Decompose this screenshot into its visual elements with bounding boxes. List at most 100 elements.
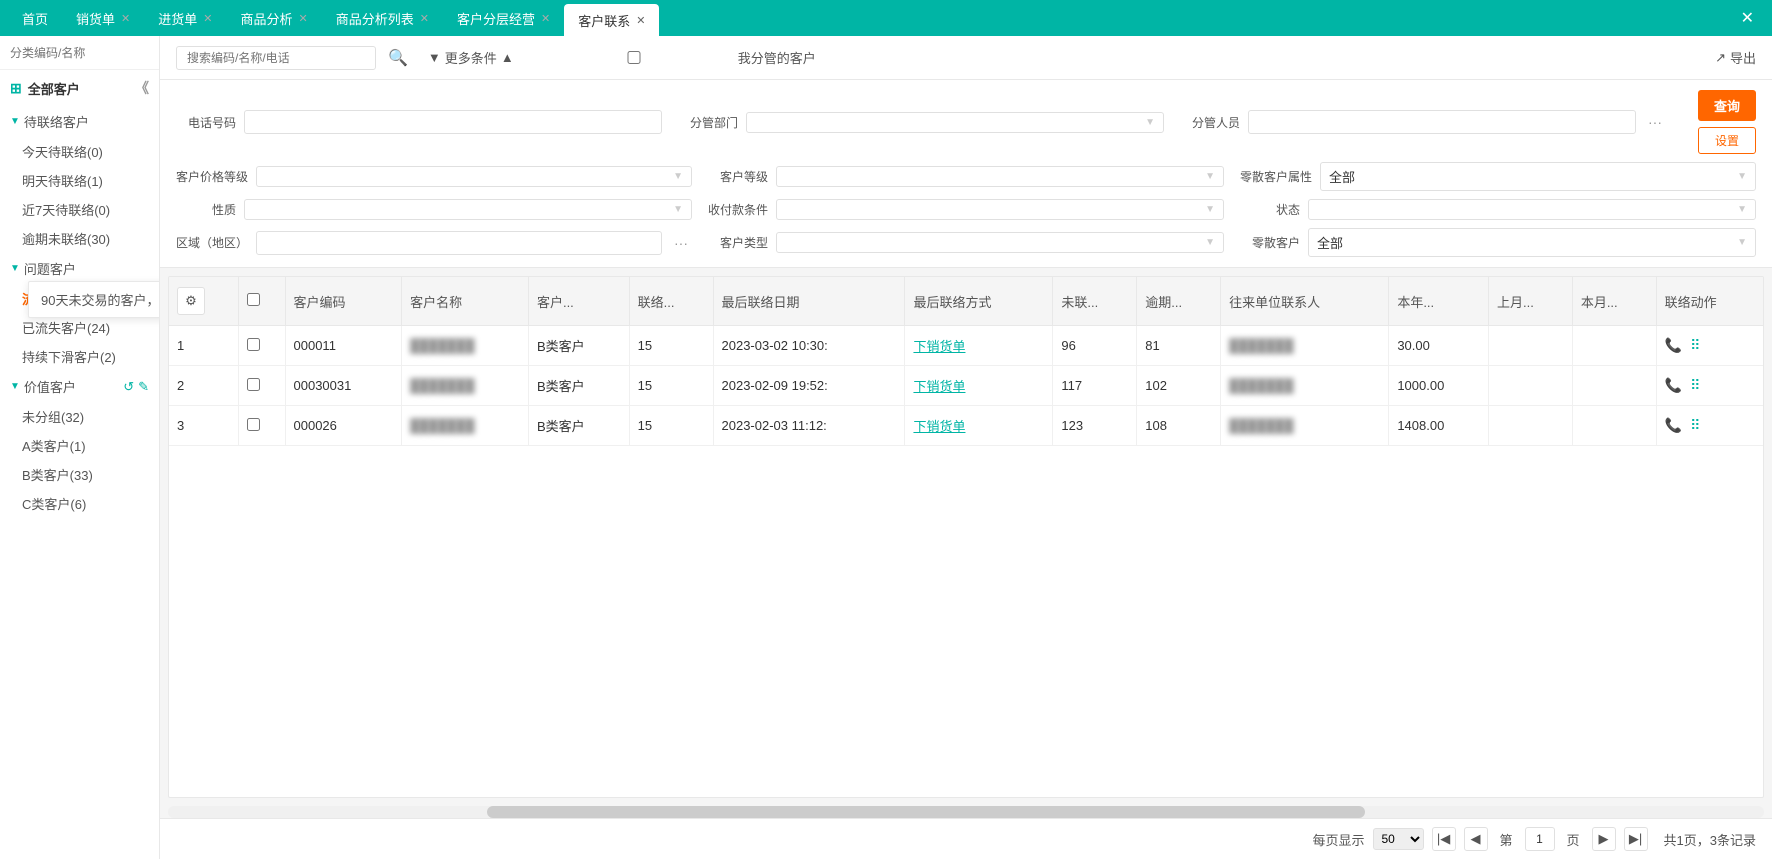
phone-action-icon[interactable]: 📞 <box>1665 337 1682 354</box>
action-icons: 📞 ⠿ <box>1665 337 1755 354</box>
filter-area: 区域（地区） ··· <box>176 231 692 255</box>
status-select[interactable]: ▼ <box>1308 199 1756 220</box>
row-checkbox[interactable] <box>247 338 260 351</box>
per-page-select[interactable]: 50 100 200 <box>1373 828 1424 850</box>
customer-type-select[interactable]: ▼ <box>776 232 1224 253</box>
export-button[interactable]: ↗ 导出 <box>1715 48 1756 67</box>
query-button[interactable]: 查询 <box>1698 90 1756 121</box>
more-action-icon[interactable]: ⠿ <box>1690 417 1700 434</box>
col-code: 客户编码 <box>285 277 402 326</box>
advanced-filter-panel: 电话号码 分管部门 ▼ 分管人员 ··· 查询 设置 <box>160 80 1772 268</box>
next-page-button[interactable]: ▶ <box>1592 827 1616 851</box>
table-row: 2 00030031 ███████ B类客户 15 2023-02-09 19… <box>169 366 1763 406</box>
close-icon[interactable]: ✕ <box>299 12 308 25</box>
filter-zero-retail-attr: 零散客户属性 全部 ▼ <box>1240 162 1756 191</box>
first-page-button[interactable]: |◀ <box>1432 827 1456 851</box>
zero-retail-attr-select[interactable]: 全部 ▼ <box>1320 162 1756 191</box>
search-icon[interactable]: 🔍 <box>388 48 408 68</box>
sidebar-item-week-contact[interactable]: 近7天待联络(0) <box>0 195 159 224</box>
tab-customer-layer[interactable]: 客户分层经营 ✕ <box>443 0 564 36</box>
manager-input[interactable] <box>1248 110 1636 134</box>
close-icon[interactable]: ✕ <box>541 12 550 25</box>
horizontal-scrollbar[interactable] <box>168 806 1764 818</box>
sidebar-item-a-class[interactable]: A类客户(1) <box>0 431 159 460</box>
search-input[interactable] <box>176 46 376 70</box>
tab-analysis-list[interactable]: 商品分析列表 ✕ <box>322 0 443 36</box>
more-action-icon[interactable]: ⠿ <box>1690 337 1700 354</box>
sidebar-item-ungrouped[interactable]: 未分组(32) <box>0 402 159 431</box>
close-icon[interactable]: ✕ <box>203 12 212 25</box>
scrollbar-thumb[interactable] <box>487 806 1365 818</box>
row-checkbox[interactable] <box>247 418 260 431</box>
prev-page-button[interactable]: ◀ <box>1464 827 1488 851</box>
sidebar-item-overdue-contact[interactable]: 逾期未联络(30) <box>0 224 159 253</box>
col-last-method: 最后联络方式 <box>905 277 1053 326</box>
sidebar-group-value[interactable]: ▼ 价值客户 ↺ ✎ <box>0 371 159 402</box>
pagination-bar: 每页显示 50 100 200 |◀ ◀ 第 页 ▶ ▶| 共1页，3条记录 <box>160 818 1772 859</box>
sidebar-item-tomorrow-contact[interactable]: 明天待联络(1) <box>0 166 159 195</box>
page-number-input[interactable] <box>1525 827 1555 851</box>
close-icon[interactable]: ✕ <box>636 14 645 27</box>
filter-phone: 电话号码 <box>176 110 662 134</box>
col-last-date: 最后联络日期 <box>713 277 905 326</box>
last-method-link[interactable]: 下销货单 <box>913 419 965 434</box>
my-customers-check[interactable] <box>534 51 734 64</box>
tab-home[interactable]: 首页 <box>8 0 62 36</box>
window-close-button[interactable]: ✕ <box>1731 8 1764 28</box>
more-dots-icon[interactable]: ··· <box>1644 114 1666 130</box>
sidebar-group-problem[interactable]: ▼ 问题客户 <box>0 253 159 284</box>
filter-manager: 分管人员 ··· <box>1180 110 1666 134</box>
department-select[interactable]: ▼ <box>746 112 1164 133</box>
arrow-icon: ▼ <box>10 381 20 392</box>
close-icon[interactable]: ✕ <box>420 12 429 25</box>
payment-select[interactable]: ▼ <box>776 199 1224 220</box>
sidebar-item-c-class[interactable]: C类客户(6) <box>0 489 159 518</box>
tab-purchase[interactable]: 进货单 ✕ <box>144 0 226 36</box>
close-icon[interactable]: ✕ <box>121 12 130 25</box>
phone-input[interactable] <box>244 110 662 134</box>
table-settings-icon[interactable]: ⚙ <box>177 287 205 315</box>
more-action-icon[interactable]: ⠿ <box>1690 377 1700 394</box>
col-checkbox[interactable] <box>238 277 285 326</box>
more-conditions-button[interactable]: ▼ 更多条件 ▲ <box>420 44 522 71</box>
sidebar-item-b-class[interactable]: B类客户(33) <box>0 460 159 489</box>
gender-select[interactable]: ▼ <box>244 199 692 220</box>
last-page-button[interactable]: ▶| <box>1624 827 1648 851</box>
price-level-select[interactable]: ▼ <box>256 166 692 187</box>
settings-button[interactable]: 设置 <box>1698 127 1756 154</box>
filter-row-2: 客户价格等级 ▼ 客户等级 ▼ 零散客户属性 全部 <box>176 162 1756 191</box>
table-row: 3 000026 ███████ B类客户 15 2023-02-03 11:1… <box>169 406 1763 446</box>
table-row: 1 000011 ███████ B类客户 15 2023-03-02 10:3… <box>169 326 1763 366</box>
sidebar-item-today-contact[interactable]: 今天待联络(0) <box>0 137 159 166</box>
tab-analysis[interactable]: 商品分析 ✕ <box>226 0 321 36</box>
edit-icon[interactable]: ✎ <box>138 379 149 395</box>
refresh-icon[interactable]: ↺ <box>123 379 134 395</box>
phone-action-icon[interactable]: 📞 <box>1665 377 1682 394</box>
filter-customer-type: 客户类型 ▼ <box>708 232 1224 253</box>
col-settings[interactable]: ⚙ <box>169 277 238 326</box>
sidebar-group-pending[interactable]: ▼ 待联络客户 <box>0 106 159 137</box>
filter-status: 状态 ▼ <box>1240 199 1756 220</box>
col-contact-count: 联络... <box>629 277 713 326</box>
tooltip-box: 90天未交易的客户，可能有流失风险。 <box>28 281 160 318</box>
row-checkbox[interactable] <box>247 378 260 391</box>
content-area: 🔍 ▼ 更多条件 ▲ 我分管的客户 ↗ 导出 电话号码 <box>160 36 1772 859</box>
area-input[interactable] <box>256 231 662 255</box>
collapse-icon[interactable]: 《 <box>135 78 149 98</box>
phone-action-icon[interactable]: 📞 <box>1665 417 1682 434</box>
last-method-link[interactable]: 下销货单 <box>913 379 965 394</box>
col-overdue: 逾期... <box>1137 277 1221 326</box>
zero-retail-select[interactable]: 全部 ▼ <box>1308 228 1756 257</box>
my-customers-checkbox[interactable]: 我分管的客户 <box>534 48 816 67</box>
sidebar-item-declining[interactable]: 持续下滑客户(2) <box>0 342 159 371</box>
unit-contact-blurred: ███████ <box>1229 338 1293 353</box>
tab-sales[interactable]: 销货单 ✕ <box>62 0 144 36</box>
customer-level-select[interactable]: ▼ <box>776 166 1224 187</box>
last-method-link[interactable]: 下销货单 <box>913 339 965 354</box>
tab-customer-contact[interactable]: 客户联系 ✕ <box>564 4 659 36</box>
chevron-down-icon: ▼ <box>673 204 683 215</box>
more-dots-area-icon[interactable]: ··· <box>670 235 692 251</box>
filter-customer-level: 客户等级 ▼ <box>708 166 1224 187</box>
sidebar-search-input[interactable] <box>10 46 160 60</box>
select-all-checkbox[interactable] <box>247 293 260 306</box>
